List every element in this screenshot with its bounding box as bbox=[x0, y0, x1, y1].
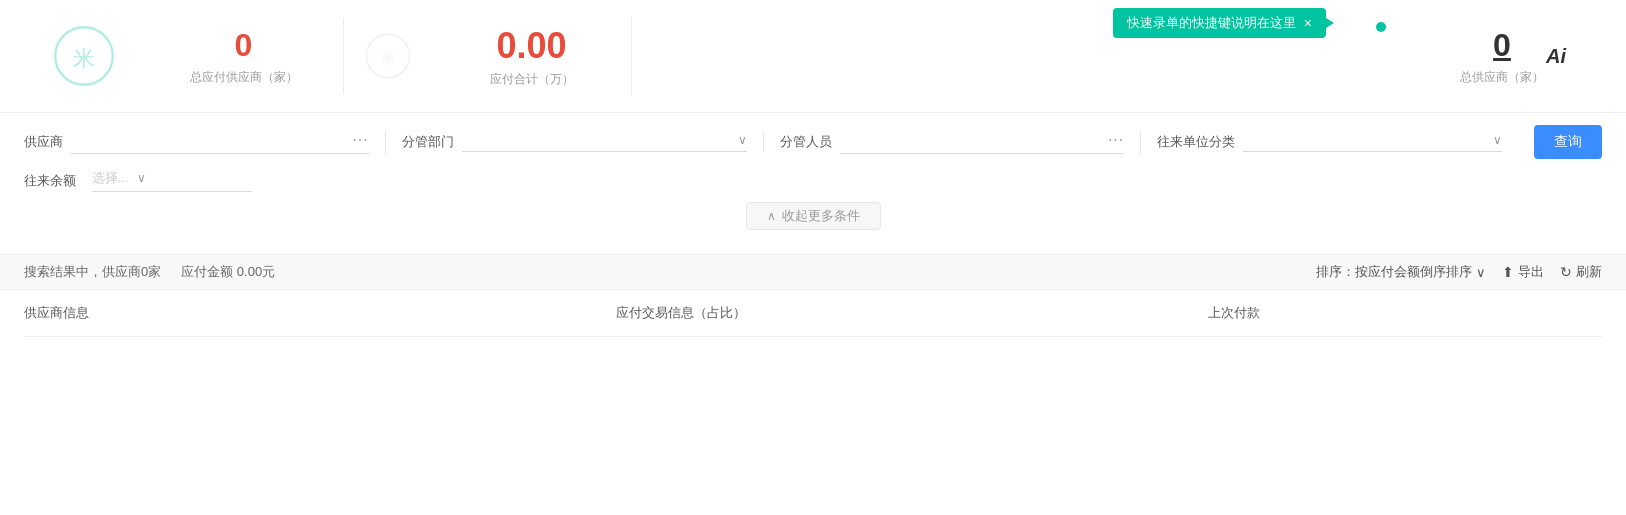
collapse-label: 收起更多条件 bbox=[782, 207, 860, 225]
unit-filter: 往来单位分类 ∨ bbox=[1141, 132, 1518, 152]
unit-input-area[interactable]: ∨ bbox=[1243, 132, 1502, 152]
total-supplier-count: 0 bbox=[1493, 26, 1511, 64]
export-button[interactable]: ⬆ 导出 bbox=[1502, 263, 1544, 281]
result-bar-right: 排序：按应付会额倒序排序 ∨ ⬆ 导出 ↻ 刷新 bbox=[1316, 263, 1602, 281]
payable-amount-result: 应付金额 0.00元 bbox=[181, 263, 275, 281]
card-total-suppliers: 0 总供应商（家） bbox=[1402, 18, 1602, 93]
ai-badge: Ai bbox=[1546, 45, 1566, 68]
table-body bbox=[24, 337, 1602, 515]
supplier-dots[interactable]: ··· bbox=[352, 131, 368, 149]
person-input[interactable] bbox=[840, 132, 1100, 147]
svg-text:米: 米 bbox=[381, 50, 395, 66]
sort-select[interactable]: 排序：按应付会额倒序排序 ∨ bbox=[1316, 263, 1486, 281]
total-supplier-label: 总供应商（家） bbox=[1460, 69, 1544, 86]
result-bar-left: 搜索结果中，供应商0家 应付金额 0.00元 bbox=[24, 263, 275, 281]
filter-section: 供应商 ··· 分管部门 ∨ 分管人员 ··· 往来单位分类 bbox=[0, 113, 1626, 255]
shortcut-tooltip: 快速录单的快捷键说明在这里 × bbox=[1113, 8, 1326, 38]
logo-area-2: 米 bbox=[344, 32, 432, 80]
supplier-input-area[interactable]: ··· bbox=[71, 131, 369, 154]
supplier-result-count: 搜索结果中，供应商0家 bbox=[24, 263, 161, 281]
dept-input-area[interactable]: ∨ bbox=[462, 132, 747, 152]
card-payable-suppliers: 0 总应付供应商（家） bbox=[144, 18, 344, 93]
card-payable-total: 0.00 应付合计（万） bbox=[432, 16, 632, 96]
sort-label: 排序：按应付会额倒序排序 bbox=[1316, 263, 1472, 281]
col-header-transaction: 应付交易信息（占比） bbox=[616, 304, 1208, 322]
payable-total-number: 0.00 bbox=[496, 24, 566, 67]
balance-arrow[interactable]: ∨ bbox=[137, 171, 146, 185]
payable-supplier-label: 总应付供应商（家） bbox=[190, 69, 298, 86]
balance-select[interactable]: 选择... ∨ bbox=[92, 169, 252, 192]
refresh-label: 刷新 bbox=[1576, 263, 1602, 281]
supplier-label: 供应商 bbox=[24, 133, 63, 151]
dept-label: 分管部门 bbox=[402, 133, 454, 151]
refresh-button[interactable]: ↻ 刷新 bbox=[1560, 263, 1602, 281]
payable-supplier-count: 0 bbox=[235, 26, 253, 64]
col-header-supplier: 供应商信息 bbox=[24, 304, 616, 322]
tooltip-close-btn[interactable]: × bbox=[1304, 16, 1312, 30]
dept-input[interactable] bbox=[462, 132, 730, 147]
tooltip-dot bbox=[1376, 22, 1386, 32]
person-dots[interactable]: ··· bbox=[1108, 131, 1124, 149]
svg-text:米: 米 bbox=[73, 46, 95, 71]
collapse-icon: ∧ bbox=[767, 209, 776, 223]
export-label: 导出 bbox=[1518, 263, 1544, 281]
payable-total-label: 应付合计（万） bbox=[490, 71, 574, 88]
collapse-button[interactable]: ∧ 收起更多条件 bbox=[746, 202, 881, 230]
col-header-last-payment: 上次付款 bbox=[1208, 304, 1603, 322]
balance-placeholder: 选择... bbox=[92, 169, 129, 187]
balance-label: 往来余额 bbox=[24, 172, 76, 190]
result-bar: 搜索结果中，供应商0家 应付金额 0.00元 排序：按应付会额倒序排序 ∨ ⬆ … bbox=[0, 255, 1626, 290]
export-icon: ⬆ bbox=[1502, 264, 1514, 280]
logo-area: 米 bbox=[24, 24, 144, 88]
supplier-filter: 供应商 ··· bbox=[24, 131, 386, 154]
dept-arrow[interactable]: ∨ bbox=[738, 133, 747, 147]
filter-row-1: 供应商 ··· 分管部门 ∨ 分管人员 ··· 往来单位分类 bbox=[24, 125, 1602, 159]
person-label: 分管人员 bbox=[780, 133, 832, 151]
unit-label: 往来单位分类 bbox=[1157, 133, 1235, 151]
sort-arrow[interactable]: ∨ bbox=[1476, 265, 1486, 280]
dept-filter: 分管部门 ∨ bbox=[386, 132, 764, 152]
refresh-icon: ↻ bbox=[1560, 264, 1572, 280]
top-section: 米 0 总应付供应商（家） 米 0.00 应付合计（万） 0 总供应商（家） 快… bbox=[0, 0, 1626, 113]
table-header: 供应商信息 应付交易信息（占比） 上次付款 bbox=[24, 290, 1602, 337]
unit-input[interactable] bbox=[1243, 132, 1485, 147]
table-section: 供应商信息 应付交易信息（占比） 上次付款 bbox=[0, 290, 1626, 515]
filter-row-2: 往来余额 选择... ∨ bbox=[24, 169, 1602, 192]
balance-select-area[interactable]: 选择... ∨ bbox=[92, 169, 252, 192]
unit-arrow[interactable]: ∨ bbox=[1493, 133, 1502, 147]
supplier-input[interactable] bbox=[71, 132, 344, 147]
collapse-area: ∧ 收起更多条件 bbox=[24, 202, 1602, 254]
tooltip-text: 快速录单的快捷键说明在这里 bbox=[1127, 14, 1296, 32]
query-button[interactable]: 查询 bbox=[1534, 125, 1602, 159]
person-filter: 分管人员 ··· bbox=[764, 131, 1142, 154]
person-input-area[interactable]: ··· bbox=[840, 131, 1125, 154]
